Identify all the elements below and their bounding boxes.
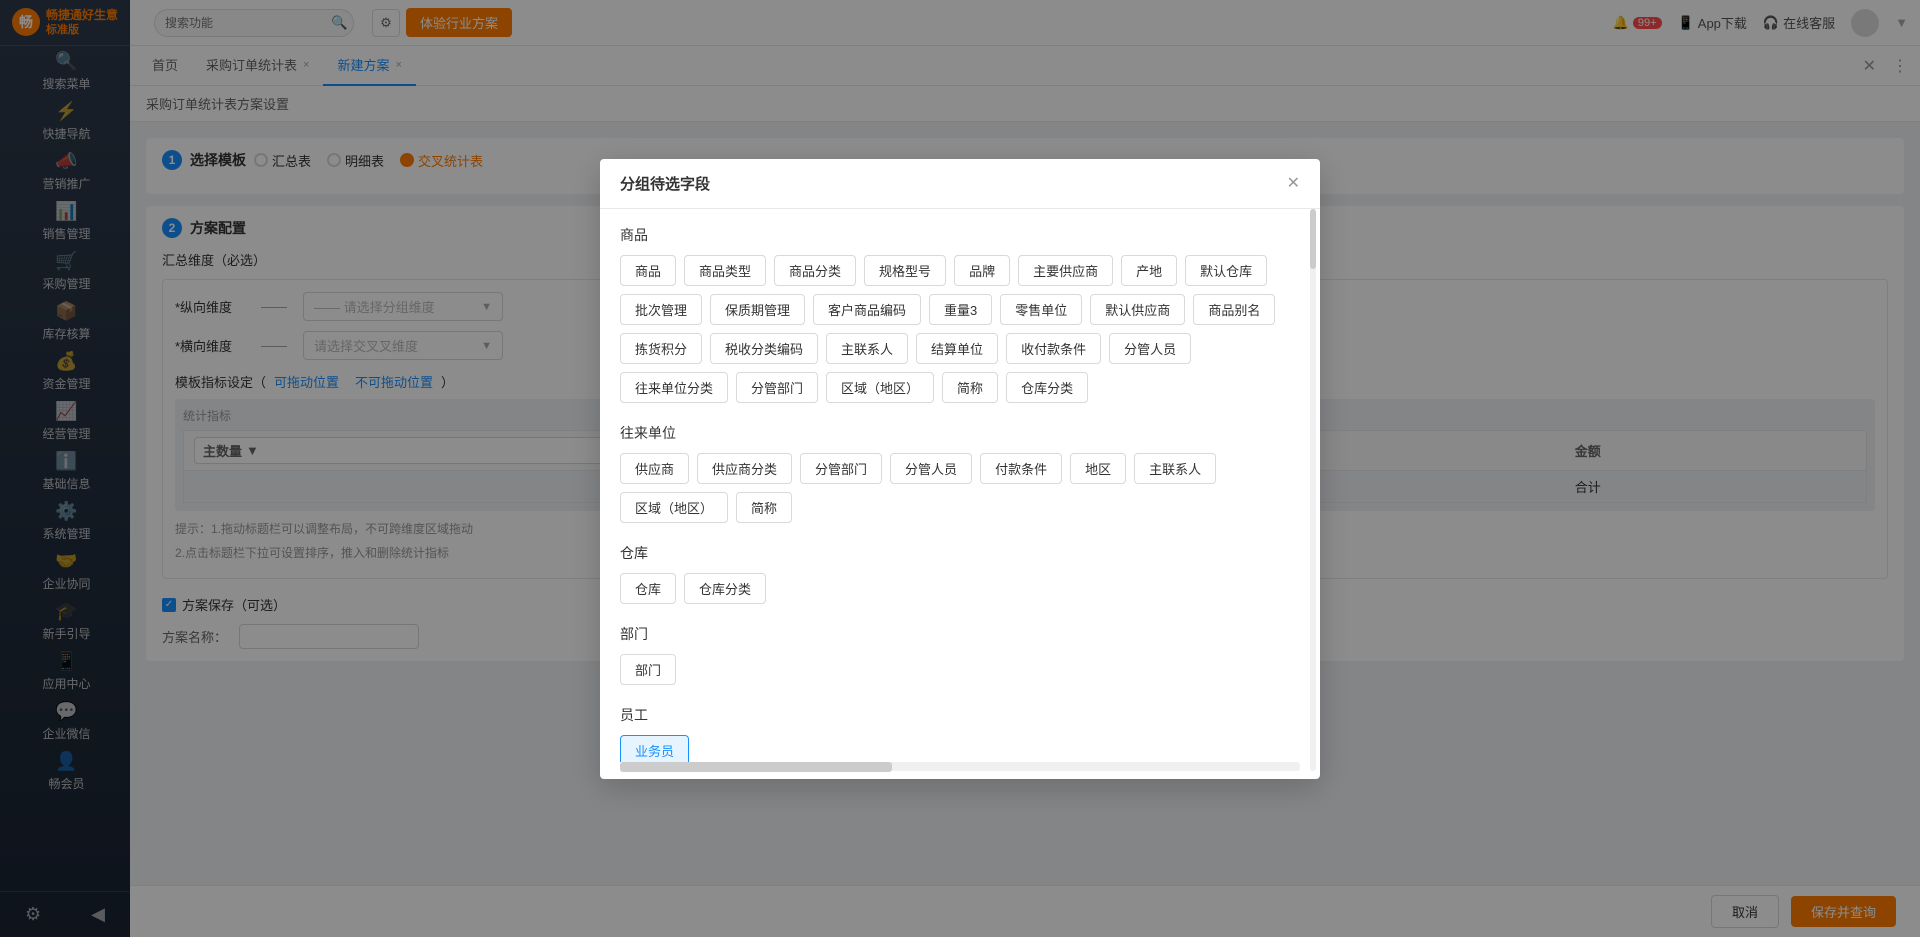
field-tag-1-2[interactable]: 分管部门 (800, 453, 882, 484)
field-tag-0-23[interactable]: 区域（地区） (826, 372, 934, 403)
modal-section-4: 员工业务员 (620, 705, 1300, 763)
modal-vscroll-thumb (1310, 209, 1316, 269)
field-tag-0-5[interactable]: 主要供应商 (1018, 255, 1113, 286)
modal-hscroll-thumb (620, 762, 892, 772)
field-tag-0-6[interactable]: 产地 (1121, 255, 1177, 286)
field-tag-0-1[interactable]: 商品类型 (684, 255, 766, 286)
modal-close-button[interactable]: ✕ (1287, 173, 1300, 193)
modal-section-title-0: 商品 (620, 225, 1300, 245)
field-tag-0-9[interactable]: 保质期管理 (710, 294, 805, 325)
field-tag-0-7[interactable]: 默认仓库 (1185, 255, 1267, 286)
modal-section-tags-4: 业务员 (620, 735, 1300, 763)
field-tag-0-19[interactable]: 收付款条件 (1006, 333, 1101, 364)
field-tag-2-0[interactable]: 仓库 (620, 573, 676, 604)
modal-section-title-2: 仓库 (620, 543, 1300, 563)
field-tag-0-0[interactable]: 商品 (620, 255, 676, 286)
modal-title: 分组待选字段 (620, 173, 710, 194)
field-tag-1-6[interactable]: 主联系人 (1134, 453, 1216, 484)
field-tag-2-1[interactable]: 仓库分类 (684, 573, 766, 604)
field-tag-0-3[interactable]: 规格型号 (864, 255, 946, 286)
field-tag-0-15[interactable]: 拣货积分 (620, 333, 702, 364)
modal-body: 商品商品商品类型商品分类规格型号品牌主要供应商产地默认仓库批次管理保质期管理客户… (600, 209, 1320, 763)
modal-header: 分组待选字段 ✕ (600, 159, 1320, 209)
field-tag-0-24[interactable]: 简称 (942, 372, 998, 403)
field-tag-0-16[interactable]: 税收分类编码 (710, 333, 818, 364)
modal-section-tags-0: 商品商品类型商品分类规格型号品牌主要供应商产地默认仓库批次管理保质期管理客户商品… (620, 255, 1300, 403)
field-tag-0-8[interactable]: 批次管理 (620, 294, 702, 325)
field-tag-1-8[interactable]: 简称 (736, 492, 792, 523)
modal-overlay: 分组待选字段 ✕ 商品商品商品类型商品分类规格型号品牌主要供应商产地默认仓库批次… (0, 0, 1920, 937)
field-tag-0-25[interactable]: 仓库分类 (1006, 372, 1088, 403)
field-tag-1-7[interactable]: 区域（地区） (620, 492, 728, 523)
field-tag-0-4[interactable]: 品牌 (954, 255, 1010, 286)
field-tag-0-22[interactable]: 分管部门 (736, 372, 818, 403)
field-tag-1-3[interactable]: 分管人员 (890, 453, 972, 484)
field-tag-0-12[interactable]: 零售单位 (1000, 294, 1082, 325)
field-tag-0-21[interactable]: 往来单位分类 (620, 372, 728, 403)
modal-horizontal-scrollbar[interactable] (620, 762, 1300, 770)
modal-section-0: 商品商品商品类型商品分类规格型号品牌主要供应商产地默认仓库批次管理保质期管理客户… (620, 225, 1300, 403)
field-tag-1-5[interactable]: 地区 (1070, 453, 1126, 484)
modal-section-tags-3: 部门 (620, 654, 1300, 685)
field-tag-3-0[interactable]: 部门 (620, 654, 676, 685)
field-tag-1-4[interactable]: 付款条件 (980, 453, 1062, 484)
modal-section-tags-2: 仓库仓库分类 (620, 573, 1300, 604)
modal-vertical-scrollbar[interactable] (1310, 209, 1316, 771)
field-tag-1-1[interactable]: 供应商分类 (697, 453, 792, 484)
field-tag-4-0[interactable]: 业务员 (620, 735, 689, 763)
modal-section-title-1: 往来单位 (620, 423, 1300, 443)
modal-section-title-3: 部门 (620, 624, 1300, 644)
field-tag-0-13[interactable]: 默认供应商 (1090, 294, 1185, 325)
modal-dialog: 分组待选字段 ✕ 商品商品商品类型商品分类规格型号品牌主要供应商产地默认仓库批次… (600, 159, 1320, 779)
modal-section-2: 仓库仓库仓库分类 (620, 543, 1300, 604)
modal-section-3: 部门部门 (620, 624, 1300, 685)
field-tag-0-11[interactable]: 重量3 (929, 294, 992, 325)
field-tag-1-0[interactable]: 供应商 (620, 453, 689, 484)
field-tag-0-14[interactable]: 商品别名 (1193, 294, 1275, 325)
field-tag-0-10[interactable]: 客户商品编码 (813, 294, 921, 325)
field-tag-0-20[interactable]: 分管人员 (1109, 333, 1191, 364)
field-tag-0-2[interactable]: 商品分类 (774, 255, 856, 286)
field-tag-0-17[interactable]: 主联系人 (826, 333, 908, 364)
modal-section-1: 往来单位供应商供应商分类分管部门分管人员付款条件地区主联系人区域（地区） 简称 (620, 423, 1300, 523)
modal-section-title-4: 员工 (620, 705, 1300, 725)
modal-section-tags-1: 供应商供应商分类分管部门分管人员付款条件地区主联系人区域（地区） 简称 (620, 453, 1300, 523)
field-tag-0-18[interactable]: 结算单位 (916, 333, 998, 364)
